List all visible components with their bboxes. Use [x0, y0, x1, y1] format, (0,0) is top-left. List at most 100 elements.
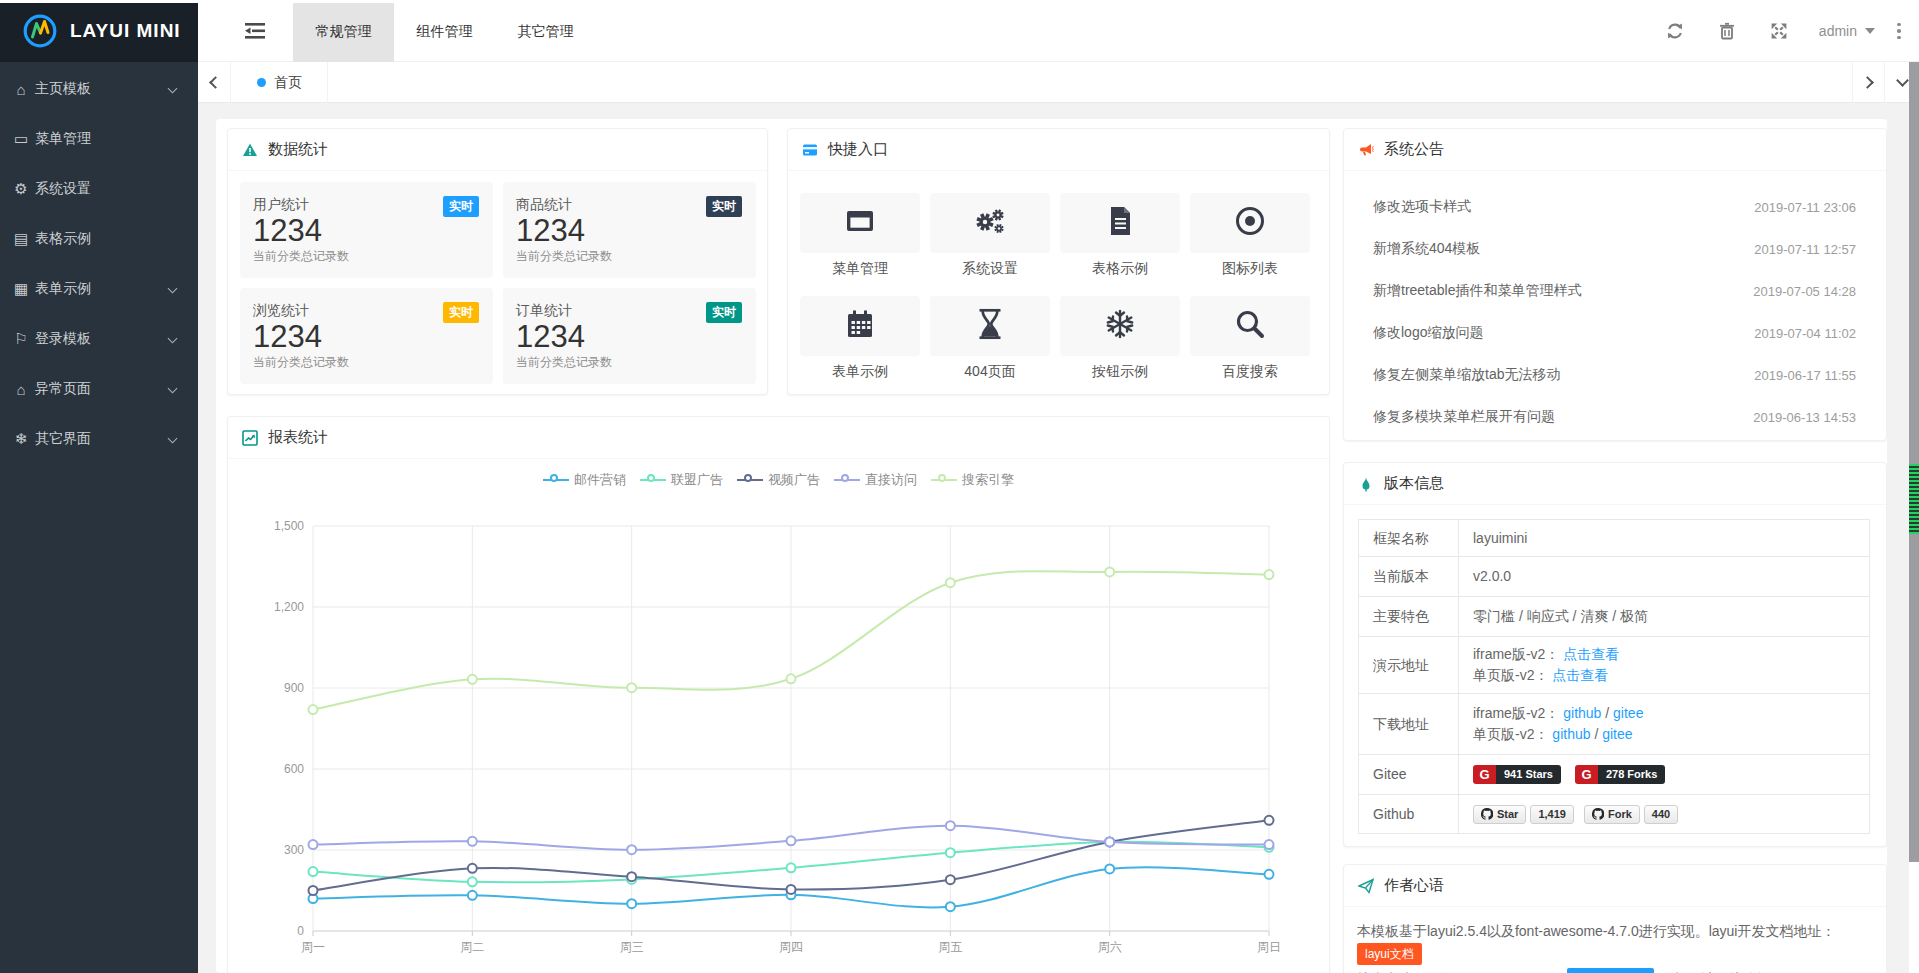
- tabs-scroll-left[interactable]: [198, 62, 231, 103]
- github-count[interactable]: 1,419: [1530, 805, 1574, 824]
- legend-marker: [834, 474, 860, 487]
- report-chart: 03006009001,2001,500周一周二周三周四周五周六周日: [228, 487, 1331, 973]
- svg-text:周六: 周六: [1098, 940, 1122, 954]
- quick-search-button[interactable]: [1190, 296, 1310, 356]
- sidebar-item-5[interactable]: ▦ 表单示例: [0, 264, 198, 314]
- chevron-down-icon: [168, 434, 178, 444]
- version-row-2: 当前版本v2.0.0: [1359, 557, 1870, 597]
- logo[interactable]: LAYUI MINI: [0, 0, 198, 62]
- version-label: 下载地址: [1359, 694, 1459, 755]
- quick-label: 404页面: [930, 363, 1050, 381]
- stat-value: 1234: [516, 324, 742, 350]
- github-count[interactable]: 440: [1644, 805, 1678, 824]
- stat-caption: 当前分类总记录数: [516, 354, 742, 371]
- announcement-item-1[interactable]: 修改选项卡样式 2019-07-11 23:06: [1344, 186, 1886, 228]
- version-value: v2.0.0: [1473, 568, 1511, 584]
- caret-down-icon: [1865, 28, 1875, 39]
- sidebar-item-2[interactable]: ▭ 菜单管理: [0, 114, 198, 164]
- announcement-item-3[interactable]: 新增treetable插件和菜单管理样式 2019-07-05 14:28: [1344, 270, 1886, 312]
- announcement-date: 2019-07-05 14:28: [1753, 284, 1856, 299]
- snowflake-icon: [1104, 308, 1136, 344]
- gitee-badge[interactable]: G278 Forks: [1575, 765, 1665, 784]
- announcement-item-2[interactable]: 新增系统404模板 2019-07-11 12:57: [1344, 228, 1886, 270]
- version-icon: [1358, 476, 1374, 492]
- github-star-button[interactable]: Star: [1473, 805, 1526, 824]
- quick-file-text-button[interactable]: [1060, 193, 1180, 253]
- announcement-item-5[interactable]: 修复左侧菜单缩放tab无法移动 2019-06-17 11:55: [1344, 354, 1886, 396]
- version-links-line: 单页版-v2： 点击查看: [1473, 665, 1869, 686]
- card-version: 版本信息 框架名称layuimini当前版本v2.0.0主要特色零门槛 / 响应…: [1343, 462, 1887, 847]
- version-value: 零门槛 / 响应式 / 清爽 / 极简: [1473, 608, 1648, 624]
- link-github[interactable]: github: [1552, 726, 1590, 742]
- home-icon: ⌂: [13, 381, 29, 398]
- sidebar-item-3[interactable]: ⚙ 系统设置: [0, 164, 198, 214]
- version-label: 框架名称: [1359, 520, 1459, 557]
- chevron-down-icon: [168, 334, 178, 344]
- link-gitee[interactable]: gitee: [1602, 726, 1632, 742]
- github-fork-button[interactable]: Fork: [1584, 805, 1640, 824]
- sidebar-menu: ⌂ 主页模板▭ 菜单管理⚙ 系统设置▤ 表格示例▦ 表单示例⚐ 登录模板⌂ 异常…: [0, 64, 198, 464]
- stat-box-1: 用户统计 实时 1234 当前分类总记录数: [240, 182, 493, 278]
- version-row-1: 框架名称layuimini: [1359, 520, 1870, 557]
- announcement-text: 修改logo缩放问题: [1373, 324, 1483, 342]
- svg-text:900: 900: [284, 681, 304, 695]
- user-name: admin: [1819, 23, 1857, 39]
- quick-gears-button[interactable]: [930, 193, 1050, 253]
- card-quick-entry-title: 快捷入口: [828, 140, 888, 159]
- scrollbar-thumb[interactable]: [1909, 464, 1919, 534]
- fullscreen-icon[interactable]: [1769, 21, 1789, 41]
- refresh-icon[interactable]: [1665, 21, 1685, 41]
- quick-dot-circle-button[interactable]: [1190, 193, 1310, 253]
- quick-hourglass-button[interactable]: [930, 296, 1050, 356]
- sidebar-item-label: 其它界面: [35, 430, 91, 448]
- quick-calendar-button[interactable]: [800, 296, 920, 356]
- announcement-text: 新增treetable插件和菜单管理样式: [1373, 282, 1581, 300]
- card-announcements-header: 系统公告: [1344, 129, 1886, 171]
- sidebar-item-4[interactable]: ▤ 表格示例: [0, 214, 198, 264]
- announcement-date: 2019-07-11 23:06: [1754, 200, 1856, 215]
- card-report-title: 报表统计: [268, 428, 328, 447]
- window-icon: ▭: [13, 130, 29, 148]
- quick-snowflake-button[interactable]: [1060, 296, 1180, 356]
- more-menu-icon[interactable]: [1897, 23, 1901, 40]
- stat-box-2: 商品统计 实时 1234 当前分类总记录数: [503, 182, 756, 278]
- header-tab-3[interactable]: 其它管理: [495, 0, 596, 62]
- gitee-badge[interactable]: G941 Stars: [1473, 765, 1561, 784]
- sidebar-item-8[interactable]: ❄ 其它界面: [0, 414, 198, 464]
- sidebar-item-7[interactable]: ⌂ 异常页面: [0, 364, 198, 414]
- collapse-sidebar-icon[interactable]: [243, 19, 267, 43]
- link-gitee[interactable]: gitee: [1613, 705, 1643, 721]
- version-row-3: 主要特色零门槛 / 响应式 / 清爽 / 极简: [1359, 597, 1870, 637]
- chevron-down-icon: [168, 384, 178, 394]
- svg-text:0: 0: [297, 924, 304, 938]
- version-links-line: 单页版-v2： github / gitee: [1473, 724, 1869, 745]
- header-tab-2[interactable]: 组件管理: [394, 0, 495, 62]
- announcement-item-6[interactable]: 修复多模块菜单栏展开有问题 2019-06-13 14:53: [1344, 396, 1886, 438]
- chevron-down-icon: [168, 284, 178, 294]
- quick-label: 菜单管理: [800, 260, 920, 278]
- quick-window-button[interactable]: [800, 193, 920, 253]
- layui-doc-button[interactable]: layui文档: [1357, 943, 1422, 965]
- announcement-list: 修改选项卡样式 2019-07-11 23:06新增系统404模板 2019-0…: [1344, 186, 1886, 438]
- clear-cache-icon[interactable]: [1717, 21, 1737, 41]
- card-author-title: 作者心语: [1384, 876, 1444, 895]
- stat-caption: 当前分类总记录数: [516, 248, 742, 265]
- scrollbar[interactable]: [1909, 62, 1919, 973]
- link-github[interactable]: github: [1563, 705, 1601, 721]
- flag-icon: ⚐: [13, 330, 29, 348]
- tabs-scroll-right[interactable]: [1852, 62, 1884, 103]
- svg-text:周四: 周四: [779, 940, 803, 954]
- stat-caption: 当前分类总记录数: [253, 354, 479, 371]
- qq-join-button[interactable]: 加入QQ群: [1567, 968, 1654, 973]
- card-report-header: 报表统计: [228, 417, 1329, 459]
- calendar-icon: [844, 308, 876, 344]
- sidebar-item-1[interactable]: ⌂ 主页模板: [0, 64, 198, 114]
- header-tab-1[interactable]: 常规管理: [293, 0, 394, 62]
- announcement-item-4[interactable]: 修改logo缩放问题 2019-07-04 11:02: [1344, 312, 1886, 354]
- link-点击查看[interactable]: 点击查看: [1563, 646, 1619, 662]
- user-menu[interactable]: admin: [1819, 23, 1875, 39]
- link-点击查看[interactable]: 点击查看: [1552, 667, 1608, 683]
- tab-bar: 首页: [198, 62, 1919, 103]
- tab-home[interactable]: 首页: [232, 62, 328, 103]
- sidebar-item-6[interactable]: ⚐ 登录模板: [0, 314, 198, 364]
